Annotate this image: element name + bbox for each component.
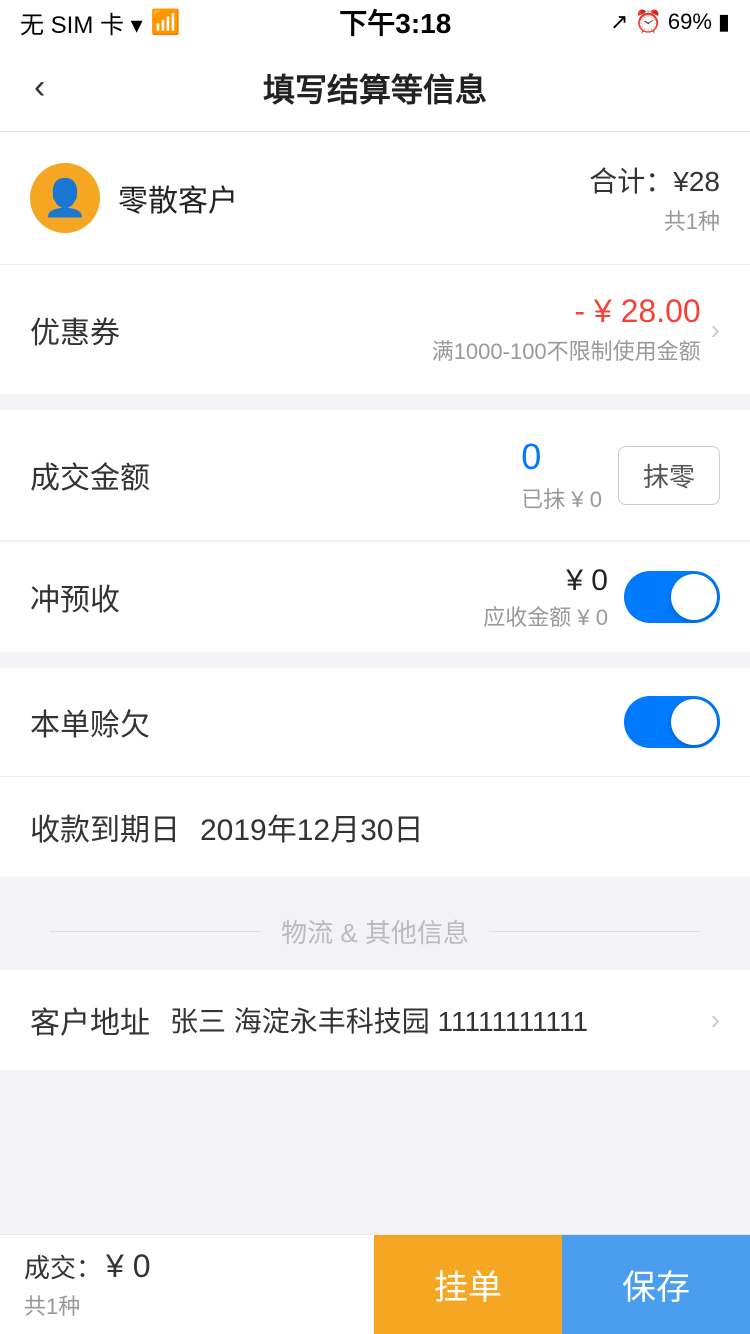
deal-amount-row: 成交金额 0 已抹 ¥ 0 抹零: [0, 410, 750, 541]
logistics-section-label: 物流 & 其他信息: [0, 893, 750, 970]
status-right: ↗ ⏰ 69% ▮: [610, 9, 730, 35]
address-label: 客户地址: [30, 998, 150, 1042]
prepay-sub: 应收金额 ¥ 0: [483, 600, 608, 632]
toggle-knob: [671, 574, 717, 620]
debt-label: 本单赊欠: [30, 700, 150, 744]
footer-deal-line: 成交： ¥ 0: [24, 1248, 350, 1285]
address-row[interactable]: 客户地址 张三 海淀永丰科技园 11111111111 ›: [0, 970, 750, 1070]
prepay-label: 冲预收: [30, 575, 120, 619]
battery-label: 69%: [668, 9, 712, 35]
customer-summary: 合计：¥28 共1种: [589, 160, 720, 236]
debt-row: 本单赊欠: [0, 668, 750, 776]
content-area: 👤 零散客户 合计：¥28 共1种 优惠券 - ¥ 28.00 满1000-10…: [0, 132, 750, 1286]
address-chevron-icon: ›: [711, 1004, 720, 1036]
footer-info: 成交： ¥ 0 共1种: [0, 1248, 374, 1321]
back-button[interactable]: ‹: [24, 58, 55, 117]
deal-section: 成交金额 0 已抹 ¥ 0 抹零 冲预收 ¥ 0 应收金额 ¥ 0: [0, 410, 750, 652]
debt-toggle-knob: [671, 699, 717, 745]
customer-name: 零散客户: [118, 176, 238, 220]
divider-left: [50, 931, 261, 932]
avatar: 👤: [30, 163, 100, 233]
alarm-icon: ⏰: [634, 9, 661, 35]
deal-amount-sub: 已抹 ¥ 0: [521, 482, 602, 514]
avatar-icon: 👤: [43, 177, 88, 219]
wifi-icon: 📶: [151, 8, 181, 37]
customer-row: 👤 零散客户 合计：¥28 共1种: [0, 132, 750, 264]
address-card: 客户地址 张三 海淀永丰科技园 11111111111 ›: [0, 970, 750, 1070]
due-date-label: 收款到期日: [30, 805, 180, 849]
customer-left: 👤 零散客户: [30, 163, 238, 233]
prepay-info: ¥ 0 应收金额 ¥ 0: [483, 562, 608, 632]
nav-bar: ‹ 填写结算等信息: [0, 44, 750, 132]
debt-toggle[interactable]: [624, 696, 720, 748]
footer-count: 共1种: [24, 1289, 350, 1321]
sim-label: 无 SIM 卡 ▾: [20, 5, 143, 40]
due-date-row: 收款到期日 2019年12月30日: [0, 776, 750, 877]
coupon-info: - ¥ 28.00 满1000-100不限制使用金额: [432, 293, 701, 366]
deal-amount-info: 0 已抹 ¥ 0: [521, 436, 602, 514]
coupon-desc: 满1000-100不限制使用金额: [432, 334, 701, 366]
prepay-toggle[interactable]: [624, 571, 720, 623]
debt-section: 本单赊欠 收款到期日 2019年12月30日: [0, 668, 750, 877]
coupon-right: - ¥ 28.00 满1000-100不限制使用金额 ›: [432, 293, 720, 366]
deal-amount-right: 0 已抹 ¥ 0 抹零: [521, 436, 720, 514]
coupon-amount: - ¥ 28.00: [432, 293, 701, 330]
footer: 成交： ¥ 0 共1种 挂单 保存: [0, 1234, 750, 1334]
coupon-row[interactable]: 优惠券 - ¥ 28.00 满1000-100不限制使用金额 ›: [0, 264, 750, 394]
status-bar: 无 SIM 卡 ▾ 📶 下午3:18 ↗ ⏰ 69% ▮: [0, 0, 750, 44]
hold-button[interactable]: 挂单: [374, 1235, 562, 1334]
footer-deal-amount: ¥ 0: [106, 1248, 150, 1285]
save-button[interactable]: 保存: [562, 1235, 750, 1334]
status-left: 无 SIM 卡 ▾ 📶: [20, 5, 181, 40]
location-icon: ↗: [610, 9, 628, 35]
status-time: 下午3:18: [339, 2, 451, 42]
divider-right: [489, 931, 700, 932]
page-title: 填写结算等信息: [263, 65, 487, 111]
prepay-left: 冲预收: [30, 575, 120, 619]
battery-icon: ▮: [718, 9, 730, 35]
prepay-row: 冲预收 ¥ 0 应收金额 ¥ 0: [0, 541, 750, 652]
chevron-right-icon: ›: [711, 314, 720, 346]
address-value: 张三 海淀永丰科技园 11111111111: [170, 1000, 711, 1040]
deal-amount-label: 成交金额: [30, 453, 150, 497]
round-off-button[interactable]: 抹零: [618, 446, 720, 505]
due-date-value: 2019年12月30日: [200, 805, 423, 849]
deal-amount-value: 0: [521, 436, 602, 478]
logistics-label: 物流 & 其他信息: [281, 913, 469, 950]
prepay-amount: ¥ 0: [483, 564, 608, 598]
prepay-right: ¥ 0 应收金额 ¥ 0: [483, 562, 720, 632]
footer-deal-label: 成交：: [24, 1248, 102, 1285]
total-amount: 合计：¥28: [589, 160, 720, 200]
coupon-label: 优惠券: [30, 308, 120, 352]
customer-card: 👤 零散客户 合计：¥28 共1种 优惠券 - ¥ 28.00 满1000-10…: [0, 132, 750, 394]
total-count: 共1种: [589, 204, 720, 236]
